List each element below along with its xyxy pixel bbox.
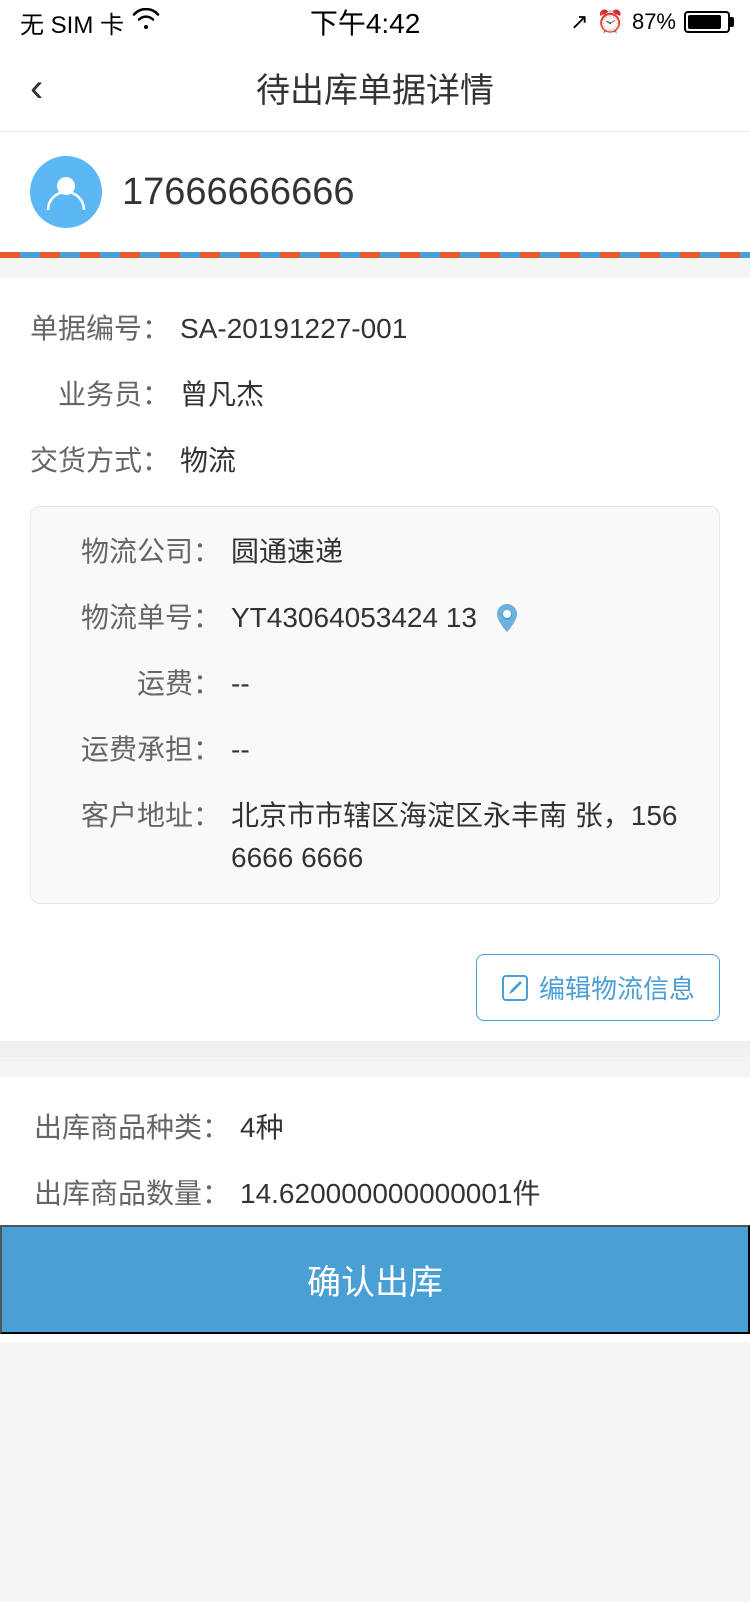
document-no-row: 单据编号： SA-20191227-001 [30, 308, 720, 350]
goods-quantity-value: 14.620000000000001件 [240, 1173, 720, 1215]
status-bar: 无 SIM 卡 下午4:42 ↗ ⏰ 87% [0, 0, 750, 44]
edit-icon [501, 974, 529, 1002]
battery-percent: 87% [632, 9, 676, 35]
goods-section: 出库商品种类： 4种 出库商品数量： 14.620000000000001件 [0, 1077, 750, 1245]
back-button[interactable]: ‹ [30, 68, 43, 108]
empty-area [0, 1342, 750, 1602]
status-time: 下午4:42 [310, 2, 421, 42]
logistics-company-value: 圆通速递 [231, 531, 689, 573]
edit-logistics-row: 编辑物流信息 [0, 934, 750, 1041]
tracking-no-label: 物流单号： [61, 597, 221, 639]
status-left: 无 SIM 卡 [20, 5, 160, 40]
freight-row: 运费： -- [61, 663, 689, 705]
location-status-icon: ↗ [570, 9, 588, 35]
page-title: 待出库单据详情 [256, 63, 494, 112]
carrier-label: 无 SIM 卡 [20, 5, 124, 40]
goods-type-row: 出库商品种类： 4种 [30, 1107, 720, 1149]
dashed-divider [0, 252, 750, 258]
salesman-value: 曾凡杰 [180, 374, 720, 416]
logistics-card: 物流公司： 圆通速递 物流单号： YT43064053424 13 运费： --… [30, 506, 720, 904]
confirm-button[interactable]: 确认出库 [0, 1225, 750, 1334]
nav-bar: ‹ 待出库单据详情 [0, 44, 750, 132]
status-right: ↗ ⏰ 87% [570, 9, 730, 35]
logistics-company-label: 物流公司： [61, 531, 221, 573]
section-divider [0, 1041, 750, 1057]
freight-bearer-label: 运费承担： [61, 729, 221, 771]
avatar [30, 156, 102, 228]
goods-quantity-row: 出库商品数量： 14.620000000000001件 [30, 1173, 720, 1215]
wifi-icon [132, 8, 160, 37]
basic-info-section: 单据编号： SA-20191227-001 业务员： 曾凡杰 交货方式： 物流 … [0, 278, 750, 934]
address-label: 客户地址： [61, 795, 221, 837]
freight-label: 运费： [61, 663, 221, 705]
freight-bearer-value: -- [231, 729, 689, 771]
edit-logistics-button[interactable]: 编辑物流信息 [476, 954, 720, 1021]
tracking-no-value: YT43064053424 13 [231, 597, 689, 639]
delivery-method-value: 物流 [180, 440, 720, 482]
freight-value: -- [231, 663, 689, 705]
salesman-label: 业务员： [30, 374, 170, 416]
freight-bearer-row: 运费承担： -- [61, 729, 689, 771]
logistics-company-row: 物流公司： 圆通速递 [61, 531, 689, 573]
address-value: 北京市市辖区海淀区永丰南 张，156 6666 6666 [231, 795, 689, 879]
address-row: 客户地址： 北京市市辖区海淀区永丰南 张，156 6666 6666 [61, 795, 689, 879]
battery-icon [684, 11, 730, 33]
tracking-no-row: 物流单号： YT43064053424 13 [61, 597, 689, 639]
document-no-value: SA-20191227-001 [180, 308, 720, 350]
confirm-btn-container: 确认出库 [0, 1225, 750, 1334]
goods-quantity-label: 出库商品数量： [30, 1173, 230, 1215]
delivery-method-label: 交货方式： [30, 440, 170, 482]
delivery-method-row: 交货方式： 物流 [30, 440, 720, 482]
customer-header: 17666666666 [0, 132, 750, 252]
alarm-icon: ⏰ [597, 9, 624, 35]
tracking-location-icon [489, 600, 525, 636]
salesman-row: 业务员： 曾凡杰 [30, 374, 720, 416]
document-no-label: 单据编号： [30, 308, 170, 350]
goods-type-value: 4种 [240, 1107, 720, 1149]
goods-type-label: 出库商品种类： [30, 1107, 230, 1149]
customer-phone: 17666666666 [122, 171, 354, 214]
